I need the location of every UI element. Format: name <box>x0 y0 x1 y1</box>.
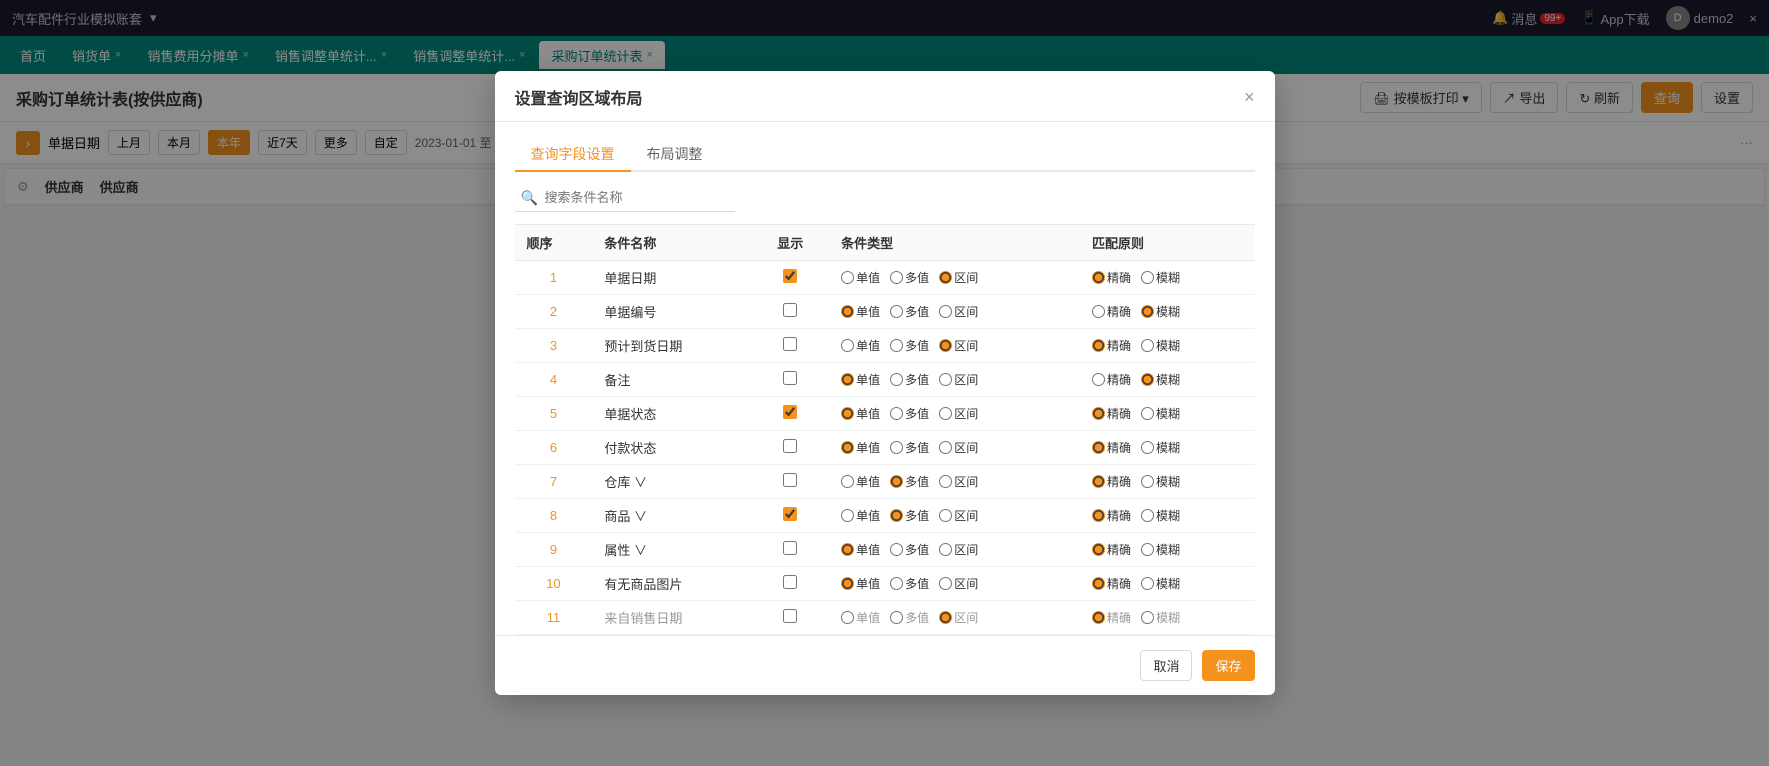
row-match-7: 精确模糊 <box>1080 499 1255 533</box>
save-button[interactable]: 保存 <box>1202 650 1254 681</box>
table-row: 10有无商品图片 单值多值区间精确模糊 <box>515 567 1255 601</box>
row-type-10: 单值多值区间 <box>829 601 1080 635</box>
row-match-4: 精确模糊 <box>1080 397 1255 431</box>
th-type: 条件类型 <box>829 225 1080 261</box>
th-match: 匹配原则 <box>1080 225 1255 261</box>
row-type-6: 单值多值区间 <box>829 465 1080 499</box>
table-row: 6付款状态 单值多值区间精确模糊 <box>515 431 1255 465</box>
row-order-10: 11 <box>515 601 593 635</box>
row-order-1: 2 <box>515 295 593 329</box>
th-display: 显示 <box>751 225 829 261</box>
table-row: 8商品 ∨ 单值多值区间精确模糊 <box>515 499 1255 533</box>
checkbox-input-9[interactable] <box>783 575 797 589</box>
modal-search-bar: 🔍 <box>515 184 1255 212</box>
modal-dialog: 设置查询区域布局 × 查询字段设置 布局调整 🔍 顺序 <box>495 71 1275 695</box>
row-type-4: 单值多值区间 <box>829 397 1080 431</box>
row-name-10: 来自销售日期 <box>592 601 751 635</box>
row-order-7: 8 <box>515 499 593 533</box>
row-checkbox-1[interactable] <box>751 295 829 329</box>
row-name-0: 单据日期 <box>592 261 751 295</box>
row-match-2: 精确模糊 <box>1080 329 1255 363</box>
row-order-6: 7 <box>515 465 593 499</box>
row-checkbox-0[interactable] <box>751 261 829 295</box>
row-name-7: 商品 ∨ <box>592 499 751 533</box>
checkbox-input-0[interactable] <box>783 269 797 283</box>
modal-title: 设置查询区域布局 <box>515 85 643 109</box>
row-order-4: 5 <box>515 397 593 431</box>
row-type-0: 单值多值区间 <box>829 261 1080 295</box>
row-checkbox-6[interactable] <box>751 465 829 499</box>
row-type-5: 单值多值区间 <box>829 431 1080 465</box>
modal-close-button[interactable]: × <box>1244 88 1255 106</box>
table-row: 1单据日期 单值多值区间精确模糊 <box>515 261 1255 295</box>
row-checkbox-10[interactable] <box>751 601 829 635</box>
row-order-9: 10 <box>515 567 593 601</box>
checkbox-input-7[interactable] <box>783 507 797 521</box>
row-match-10: 精确模糊 <box>1080 601 1255 635</box>
row-name-1: 单据编号 <box>592 295 751 329</box>
row-match-3: 精确模糊 <box>1080 363 1255 397</box>
row-match-8: 精确模糊 <box>1080 533 1255 567</box>
row-order-2: 3 <box>515 329 593 363</box>
row-checkbox-2[interactable] <box>751 329 829 363</box>
row-checkbox-4[interactable] <box>751 397 829 431</box>
search-input[interactable] <box>515 184 735 212</box>
row-checkbox-3[interactable] <box>751 363 829 397</box>
row-match-6: 精确模糊 <box>1080 465 1255 499</box>
modal-tab-query-fields[interactable]: 查询字段设置 <box>515 138 631 172</box>
row-type-8: 单值多值区间 <box>829 533 1080 567</box>
row-name-8: 属性 ∨ <box>592 533 751 567</box>
row-type-2: 单值多值区间 <box>829 329 1080 363</box>
row-type-1: 单值多值区间 <box>829 295 1080 329</box>
checkbox-input-3[interactable] <box>783 371 797 385</box>
checkbox-input-2[interactable] <box>783 337 797 351</box>
modal-body: 查询字段设置 布局调整 🔍 顺序 条件名称 显示 条件类型 <box>495 122 1275 635</box>
modal-tabs: 查询字段设置 布局调整 <box>515 138 1255 172</box>
row-name-9: 有无商品图片 <box>592 567 751 601</box>
table-row: 2单据编号 单值多值区间精确模糊 <box>515 295 1255 329</box>
row-order-8: 9 <box>515 533 593 567</box>
table-row: 5单据状态 单值多值区间精确模糊 <box>515 397 1255 431</box>
row-checkbox-7[interactable] <box>751 499 829 533</box>
modal-overlay: 设置查询区域布局 × 查询字段设置 布局调整 🔍 顺序 <box>0 0 1769 766</box>
row-name-3: 备注 <box>592 363 751 397</box>
modal-header: 设置查询区域布局 × <box>495 71 1275 122</box>
row-name-4: 单据状态 <box>592 397 751 431</box>
modal-footer: 取消 保存 <box>495 635 1275 695</box>
checkbox-input-6[interactable] <box>783 473 797 487</box>
row-name-2: 预计到货日期 <box>592 329 751 363</box>
row-checkbox-8[interactable] <box>751 533 829 567</box>
table-row: 4备注 单值多值区间精确模糊 <box>515 363 1255 397</box>
row-name-5: 付款状态 <box>592 431 751 465</box>
th-order: 顺序 <box>515 225 593 261</box>
checkbox-input-1[interactable] <box>783 303 797 317</box>
th-name: 条件名称 <box>592 225 751 261</box>
table-row: 11来自销售日期 单值多值区间精确模糊 <box>515 601 1255 635</box>
row-match-0: 精确模糊 <box>1080 261 1255 295</box>
checkbox-input-8[interactable] <box>783 541 797 555</box>
row-order-0: 1 <box>515 261 593 295</box>
table-row: 7仓库 ∨ 单值多值区间精确模糊 <box>515 465 1255 499</box>
cancel-button[interactable]: 取消 <box>1140 650 1192 681</box>
row-type-7: 单值多值区间 <box>829 499 1080 533</box>
checkbox-input-5[interactable] <box>783 439 797 453</box>
row-order-5: 6 <box>515 431 593 465</box>
row-checkbox-5[interactable] <box>751 431 829 465</box>
row-type-3: 单值多值区间 <box>829 363 1080 397</box>
row-match-1: 精确模糊 <box>1080 295 1255 329</box>
row-order-3: 4 <box>515 363 593 397</box>
search-icon: 🔍 <box>521 190 538 207</box>
table-row: 9属性 ∨ 单值多值区间精确模糊 <box>515 533 1255 567</box>
modal-tab-layout[interactable]: 布局调整 <box>631 138 719 172</box>
row-checkbox-9[interactable] <box>751 567 829 601</box>
row-match-9: 精确模糊 <box>1080 567 1255 601</box>
table-row: 3预计到货日期 单值多值区间精确模糊 <box>515 329 1255 363</box>
row-name-6: 仓库 ∨ <box>592 465 751 499</box>
modal-table: 顺序 条件名称 显示 条件类型 匹配原则 1单据日期单值多值区间精确模糊2单据编… <box>515 224 1255 635</box>
row-type-9: 单值多值区间 <box>829 567 1080 601</box>
row-match-5: 精确模糊 <box>1080 431 1255 465</box>
checkbox-input-10[interactable] <box>783 609 797 623</box>
checkbox-input-4[interactable] <box>783 405 797 419</box>
